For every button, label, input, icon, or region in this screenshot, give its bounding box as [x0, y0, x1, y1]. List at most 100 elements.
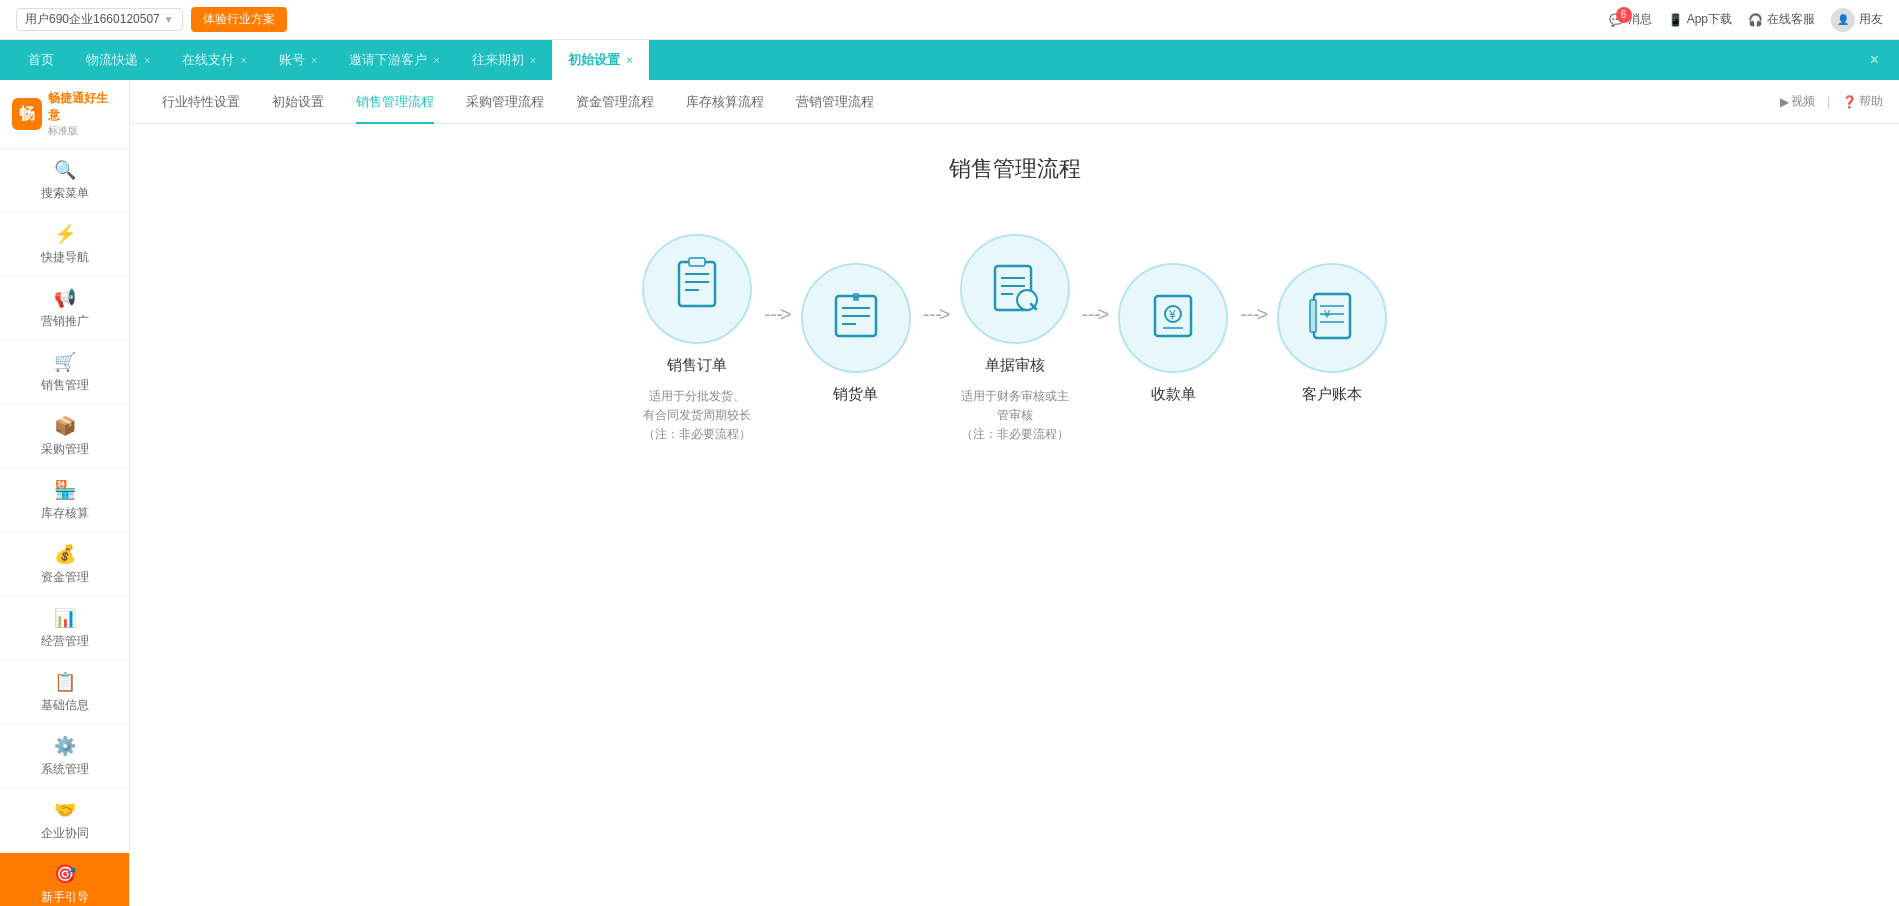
app-download-icon: 📱 [1668, 13, 1683, 27]
sidebar-item-newbie-label: 新手引导 [41, 889, 89, 906]
megaphone-icon: 📢 [54, 287, 76, 309]
nav-tab-invite-label: 邀请下游客户 [349, 51, 427, 69]
question-icon: ❓ [1842, 95, 1857, 109]
message-badge-wrap: 💬 6 [1609, 13, 1624, 27]
svg-point-9 [854, 295, 858, 299]
help-label: 帮助 [1859, 93, 1883, 110]
audit-desc: 适用于财务审核或主管审核（注：非必要流程） [961, 387, 1069, 445]
sidebar-item-system[interactable]: ⚙️ 系统管理 [0, 725, 129, 789]
store-icon: 🏪 [54, 479, 76, 501]
sidebar-item-inventory[interactable]: 🏪 库存核算 [0, 469, 129, 533]
user-selector[interactable]: 用户690企业1660120507 ▼ [16, 8, 183, 31]
sidebar-item-newbie[interactable]: 🎯 新手引导 [0, 853, 129, 906]
user-menu-button[interactable]: 👤 用友 [1831, 8, 1883, 32]
sidebar-item-basic[interactable]: 📋 基础信息 [0, 661, 129, 725]
video-icon: ▶ [1780, 95, 1789, 109]
sidebar-item-purchase-label: 采购管理 [41, 441, 89, 458]
clipboard-icon: 📋 [54, 671, 76, 693]
subtab-sales-flow[interactable]: 销售管理流程 [340, 80, 450, 124]
sales-order-desc: 适用于分批发货、有合同发货周期较长（注：非必要流程） [643, 387, 751, 445]
experience-button[interactable]: 体验行业方案 [191, 7, 287, 32]
subtab-finance-flow[interactable]: 资金管理流程 [560, 80, 670, 124]
help-button[interactable]: ❓ 帮助 [1842, 93, 1883, 110]
sidebar-item-operations-label: 经营管理 [41, 633, 89, 650]
nav-tab-payment[interactable]: 在线支付 × [166, 40, 262, 80]
close-icon[interactable]: × [311, 54, 317, 66]
receipt-icon: ¥ [1143, 286, 1203, 349]
close-icon[interactable]: × [433, 54, 439, 66]
delivery-icon [826, 286, 886, 349]
close-icon[interactable]: × [240, 54, 246, 66]
sidebar-item-inventory-label: 库存核算 [41, 505, 89, 522]
subtab-inventory-flow[interactable]: 库存核算流程 [670, 80, 780, 124]
flow-circle-delivery [801, 263, 911, 373]
sidebar-item-quick[interactable]: ⚡ 快捷导航 [0, 213, 129, 277]
account-icon: ¥ [1302, 286, 1362, 349]
video-label: 视频 [1791, 93, 1815, 110]
nav-tabs: 首页 物流快递 × 在线支付 × 账号 × 邀请下游客户 × 往来期初 × 初始… [0, 40, 1899, 80]
top-bar-left: 用户690企业1660120507 ▼ 体验行业方案 [16, 7, 287, 32]
svg-rect-25 [1310, 300, 1316, 332]
flow-circle-receipt: ¥ [1118, 263, 1228, 373]
nav-tab-account-label: 账号 [279, 51, 305, 69]
subtab-industry[interactable]: 行业特性设置 [146, 80, 256, 124]
subtab-purchase-flow-label: 采购管理流程 [466, 93, 544, 111]
close-icon[interactable]: × [144, 54, 150, 66]
logo-text-line1: 畅捷通好生意 [48, 90, 117, 124]
logo-text-line2: 标准版 [48, 124, 117, 138]
user-label: 用户690企业1660120507 [25, 11, 160, 28]
flow-step-delivery: 销货单 [801, 263, 911, 416]
sidebar-item-collab[interactable]: 🤝 企业协同 [0, 789, 129, 853]
nav-tab-account[interactable]: 账号 × [263, 40, 333, 80]
sidebar-item-marketing[interactable]: 📢 营销推广 [0, 277, 129, 341]
flow-circle-sales-order [642, 234, 752, 344]
flow-step-receipt: ¥ 收款单 [1118, 263, 1228, 416]
main-layout: 畅 畅捷通好生意 标准版 🔍 搜索菜单 ⚡ 快捷导航 📢 营销推广 🛒 销售管理… [0, 80, 1899, 906]
sidebar-item-purchase[interactable]: 📦 采购管理 [0, 405, 129, 469]
online-service-button[interactable]: 🎧 在线客服 [1748, 11, 1815, 28]
handshake-icon: 🤝 [54, 799, 76, 821]
nav-tab-payment-label: 在线支付 [182, 51, 234, 69]
logo-text: 畅捷通好生意 标准版 [48, 90, 117, 138]
subtab-purchase-flow[interactable]: 采购管理流程 [450, 80, 560, 124]
subtab-marketing-flow-label: 营销管理流程 [796, 93, 874, 111]
sidebar-item-sales[interactable]: 🛒 销售管理 [0, 341, 129, 405]
subtab-initial[interactable]: 初始设置 [256, 80, 340, 124]
nav-tab-home[interactable]: 首页 [12, 40, 70, 80]
nav-tab-logistics[interactable]: 物流快递 × [70, 40, 166, 80]
sidebar-item-search[interactable]: 🔍 搜索菜单 [0, 149, 129, 213]
flow-diagram: 销售订单 适用于分批发货、有合同发货周期较长（注：非必要流程） - - -> [170, 234, 1859, 445]
chart-icon: 📊 [54, 607, 76, 629]
subtab-marketing-flow[interactable]: 营销管理流程 [780, 80, 890, 124]
arrow-2: - - -> [911, 303, 960, 326]
nav-tab-period[interactable]: 往来期初 × [456, 40, 552, 80]
lightning-icon: ⚡ [54, 223, 76, 245]
app-download-button[interactable]: 📱 App下载 [1668, 11, 1732, 28]
receipt-label: 收款单 [1151, 385, 1196, 404]
sidebar-item-system-label: 系统管理 [41, 761, 89, 778]
nav-tab-period-label: 往来期初 [472, 51, 524, 69]
audit-label: 单据审核 [985, 356, 1045, 375]
svg-rect-20 [1314, 294, 1350, 338]
sidebar-item-finance[interactable]: 💰 资金管理 [0, 533, 129, 597]
svg-text:¥: ¥ [1323, 308, 1331, 320]
logo-icon: 畅 [12, 98, 42, 130]
headset-icon: 🎧 [1748, 13, 1763, 27]
close-all-button[interactable]: × [1862, 51, 1887, 69]
flow-title: 销售管理流程 [170, 154, 1859, 184]
flow-step-account: ¥ 客户账本 [1277, 263, 1387, 416]
account-label: 客户账本 [1302, 385, 1362, 404]
close-icon[interactable]: × [626, 54, 632, 66]
nav-tab-init-label: 初始设置 [568, 51, 620, 69]
nav-tab-invite[interactable]: 邀请下游客户 × [333, 40, 455, 80]
sub-tabs-actions: ▶ 视频 | ❓ 帮助 [1780, 93, 1883, 110]
message-button[interactable]: 💬 6 消息 [1609, 11, 1652, 28]
close-icon[interactable]: × [530, 54, 536, 66]
subtab-sales-flow-label: 销售管理流程 [356, 93, 434, 111]
nav-tab-init[interactable]: 初始设置 × [552, 40, 648, 80]
delivery-label: 销货单 [833, 385, 878, 404]
flow-step-audit: 单据审核 适用于财务审核或主管审核（注：非必要流程） [960, 234, 1070, 445]
sidebar-item-operations[interactable]: 📊 经营管理 [0, 597, 129, 661]
target-icon: 🎯 [54, 863, 76, 885]
video-button[interactable]: ▶ 视频 [1780, 93, 1815, 110]
